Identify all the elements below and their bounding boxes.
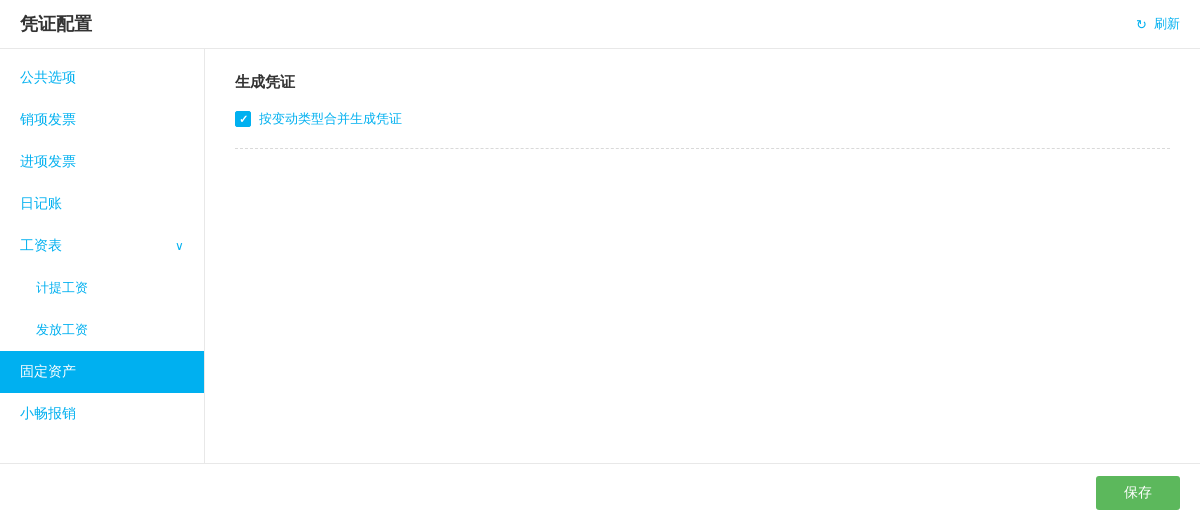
checkbox-label: 按变动类型合并生成凭证 (259, 110, 402, 128)
sidebar-item-label: 日记账 (20, 195, 62, 213)
page-header: 凭证配置 ↻ 刷新 (0, 0, 1200, 49)
save-button[interactable]: 保存 (1096, 476, 1180, 510)
sidebar-item-label: 销项发票 (20, 111, 76, 129)
content-area: 生成凭证 按变动类型合并生成凭证 (205, 49, 1200, 463)
chevron-down-icon: ∨ (175, 239, 184, 253)
sidebar-item-label: 小畅报销 (20, 405, 76, 423)
section-title: 生成凭证 (235, 73, 1170, 92)
page-footer: 保存 (0, 463, 1200, 522)
sidebar-item-expense-report[interactable]: 小畅报销 (0, 393, 204, 435)
sidebar-item-payroll-calc[interactable]: 计提工资 (0, 267, 204, 309)
sidebar-item-purchase-invoice[interactable]: 进项发票 (0, 141, 204, 183)
section-divider (235, 148, 1170, 149)
merge-by-type-checkbox[interactable] (235, 111, 251, 127)
sidebar-item-label: 计提工资 (36, 279, 88, 297)
sidebar: 公共选项 销项发票 进项发票 日记账 工资表 ∨ 计提工资 发放工资 固定资 (0, 49, 205, 463)
sidebar-item-label: 固定资产 (20, 363, 76, 381)
sidebar-item-payroll[interactable]: 工资表 ∨ (0, 225, 204, 267)
sidebar-item-sales-invoice[interactable]: 销项发票 (0, 99, 204, 141)
sidebar-item-payroll-pay[interactable]: 发放工资 (0, 309, 204, 351)
sidebar-item-label: 工资表 (20, 237, 62, 255)
page-wrapper: 凭证配置 ↻ 刷新 公共选项 销项发票 进项发票 日记账 工资表 ∨ (0, 0, 1200, 522)
sidebar-item-fixed-assets[interactable]: 固定资产 (0, 351, 204, 393)
main-layout: 公共选项 销项发票 进项发票 日记账 工资表 ∨ 计提工资 发放工资 固定资 (0, 49, 1200, 463)
refresh-label: 刷新 (1154, 15, 1180, 33)
sidebar-item-public-options[interactable]: 公共选项 (0, 57, 204, 99)
sidebar-item-label: 进项发票 (20, 153, 76, 171)
refresh-button[interactable]: ↻ 刷新 (1136, 15, 1180, 33)
checkbox-row: 按变动类型合并生成凭证 (235, 110, 1170, 128)
sidebar-item-label: 公共选项 (20, 69, 76, 87)
sidebar-item-journal[interactable]: 日记账 (0, 183, 204, 225)
page-title: 凭证配置 (20, 12, 92, 36)
refresh-icon: ↻ (1136, 17, 1150, 31)
sidebar-item-label: 发放工资 (36, 321, 88, 339)
